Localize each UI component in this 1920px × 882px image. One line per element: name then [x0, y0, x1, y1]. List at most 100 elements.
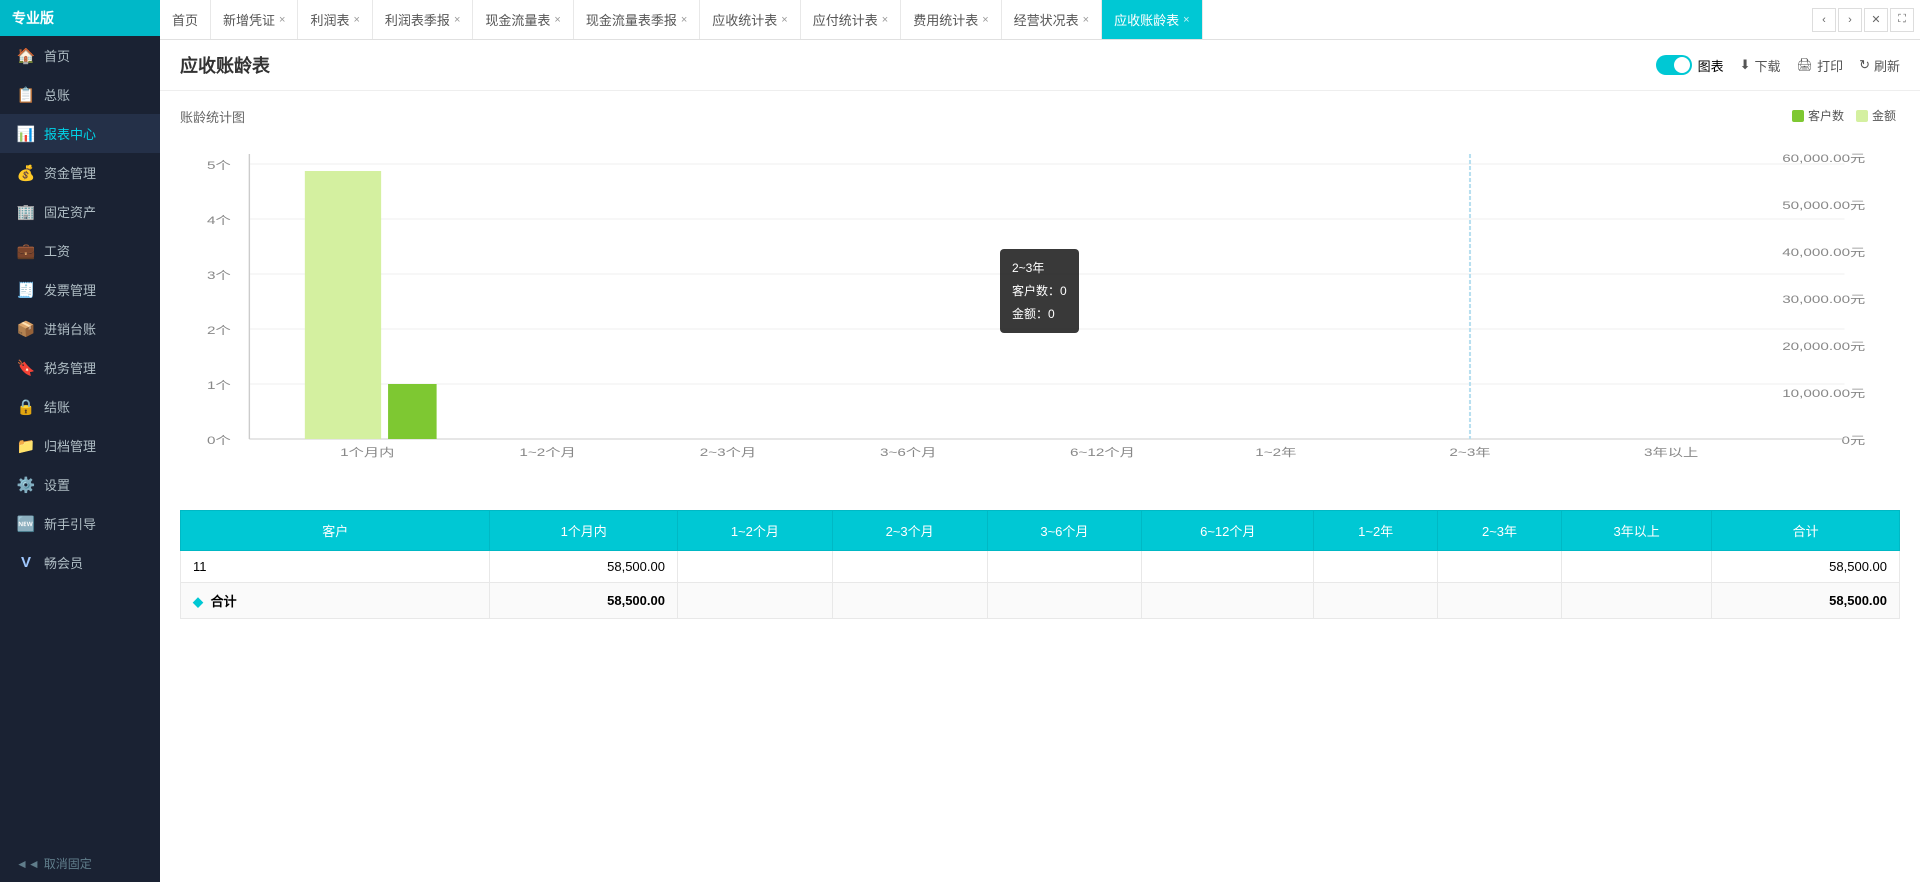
stock-icon: 📦 — [16, 320, 36, 338]
col-header-2-3y: 2~3年 — [1438, 511, 1562, 551]
tab-receivable-stat[interactable]: 应收统计表 × — [700, 0, 800, 40]
total-6-12m — [1142, 583, 1314, 619]
total-1-2y — [1314, 583, 1438, 619]
page-content: 应收账龄表 图表 ⬇ 下载 🖨 打印 ↻ 刷新 — [160, 40, 1920, 882]
svg-text:30,000.00元: 30,000.00元 — [1782, 293, 1865, 305]
tab-close-receivable-stat[interactable]: × — [781, 14, 787, 26]
tab-business-stat[interactable]: 经营状况表 × — [1002, 0, 1102, 40]
tab-close-expense-stat[interactable]: × — [982, 14, 988, 26]
tab-aging[interactable]: 应收账龄表 × — [1102, 0, 1202, 40]
sidebar-item-assets[interactable]: 🏢 固定资产 — [0, 192, 160, 231]
amount-legend-dot — [1856, 110, 1868, 122]
tab-cashflow[interactable]: 现金流量表 × — [473, 0, 573, 40]
page-title: 应收账龄表 — [180, 52, 1656, 78]
sidebar-item-invoice[interactable]: 🧾 发票管理 — [0, 270, 160, 309]
tab-close-payable-stat[interactable]: × — [882, 14, 888, 26]
tab-close-aging[interactable]: × — [1183, 14, 1189, 26]
tab-next-button[interactable]: › — [1838, 8, 1862, 32]
tab-close-profit-quarter[interactable]: × — [454, 14, 460, 26]
ledger-icon: 📋 — [16, 86, 36, 104]
svg-text:2~3个月: 2~3个月 — [700, 446, 756, 458]
svg-text:20,000.00元: 20,000.00元 — [1782, 340, 1865, 352]
chart-area: 账龄统计图 客户数 金额 0个 1个 2个 3个 4个 — [160, 91, 1920, 510]
print-button[interactable]: 🖨 打印 — [1797, 56, 1844, 75]
sidebar-item-vip[interactable]: V 畅会员 — [0, 543, 160, 582]
payroll-icon: 💼 — [16, 242, 36, 260]
tab-profit-quarter[interactable]: 利润表季报 × — [373, 0, 473, 40]
refresh-button[interactable]: ↻ 刷新 — [1859, 56, 1900, 75]
svg-text:3~6个月: 3~6个月 — [880, 446, 936, 458]
sidebar-item-reports[interactable]: 📊 报表中心 — [0, 114, 160, 153]
col-header-1m: 1个月内 — [490, 511, 678, 551]
sidebar: 专业版 🏠 首页 📋 总账 📊 报表中心 💰 资金管理 🏢 固定资产 💼 工资 … — [0, 0, 160, 882]
svg-text:2~3年: 2~3年 — [1449, 446, 1490, 458]
tab-expense-stat[interactable]: 费用统计表 × — [901, 0, 1001, 40]
bar-customers-1m — [388, 384, 437, 439]
tab-cashflow-quarter[interactable]: 现金流量表季报 × — [574, 0, 700, 40]
header-actions: 图表 ⬇ 下载 🖨 打印 ↻ 刷新 — [1656, 55, 1900, 75]
sidebar-item-ledger[interactable]: 📋 总账 — [0, 75, 160, 114]
guide-icon: 🆕 — [16, 515, 36, 533]
svg-text:3年以上: 3年以上 — [1644, 446, 1698, 458]
tab-close-voucher[interactable]: × — [279, 14, 285, 26]
chart-legend: 客户数 金额 — [1792, 107, 1896, 124]
svg-text:6~12个月: 6~12个月 — [1070, 446, 1135, 458]
download-icon: ⬇ — [1740, 57, 1751, 73]
total-1-2m — [677, 583, 832, 619]
bar-chart-svg: 0个 1个 2个 3个 4个 5个 0元 10,000.00元 20,000.0… — [180, 134, 1900, 474]
sidebar-item-close[interactable]: 🔒 结账 — [0, 387, 160, 426]
sidebar-unpin-button[interactable]: ◄◄ 取消固定 — [0, 845, 160, 882]
sidebar-item-settings[interactable]: ⚙️ 设置 — [0, 465, 160, 504]
fund-icon: 💰 — [16, 164, 36, 182]
total-icon: ◆ — [193, 594, 203, 609]
cell-3y-plus — [1561, 551, 1711, 583]
archive-icon: 📁 — [16, 437, 36, 455]
sidebar-item-payroll[interactable]: 💼 工资 — [0, 231, 160, 270]
sidebar-item-stock[interactable]: 📦 进销台账 — [0, 309, 160, 348]
svg-text:0个: 0个 — [207, 434, 231, 446]
svg-text:1个月内: 1个月内 — [340, 446, 394, 458]
tab-payable-stat[interactable]: 应付统计表 × — [801, 0, 901, 40]
tab-nav-buttons: ‹ › ✕ ⛶ — [1806, 8, 1920, 32]
sidebar-item-home[interactable]: 🏠 首页 — [0, 36, 160, 75]
cell-1-2y — [1314, 551, 1438, 583]
sidebar-item-fund[interactable]: 💰 资金管理 — [0, 153, 160, 192]
sidebar-logo: 专业版 — [0, 0, 160, 36]
tab-maximize-button[interactable]: ⛶ — [1890, 8, 1914, 32]
svg-text:50,000.00元: 50,000.00元 — [1782, 199, 1865, 211]
svg-text:1~2个月: 1~2个月 — [519, 446, 575, 458]
col-header-3-6m: 3~6个月 — [987, 511, 1142, 551]
col-header-1-2y: 1~2年 — [1314, 511, 1438, 551]
chart-wrapper: 0个 1个 2个 3个 4个 5个 0元 10,000.00元 20,000.0… — [180, 134, 1900, 494]
sidebar-item-archive[interactable]: 📁 归档管理 — [0, 426, 160, 465]
sidebar-item-tax[interactable]: 🔖 税务管理 — [0, 348, 160, 387]
svg-text:3个: 3个 — [207, 269, 231, 281]
home-icon: 🏠 — [16, 47, 36, 65]
download-button[interactable]: ⬇ 下载 — [1740, 56, 1781, 75]
vip-icon: V — [16, 554, 36, 571]
table-area: 客户 1个月内 1~2个月 2~3个月 3~6个月 6~12个月 1~2年 2~… — [160, 510, 1920, 639]
toggle-switch-control[interactable] — [1656, 55, 1692, 75]
tab-prev-button[interactable]: ‹ — [1812, 8, 1836, 32]
sidebar-item-guide[interactable]: 🆕 新手引导 — [0, 504, 160, 543]
tab-close-cashflow-quarter[interactable]: × — [681, 14, 687, 26]
tab-home[interactable]: 首页 — [160, 0, 211, 40]
total-all: 58,500.00 — [1712, 583, 1900, 619]
tab-close-all-button[interactable]: ✕ — [1864, 8, 1888, 32]
tab-profit[interactable]: 利润表 × — [298, 0, 372, 40]
col-header-3y-plus: 3年以上 — [1561, 511, 1711, 551]
page-header: 应收账龄表 图表 ⬇ 下载 🖨 打印 ↻ 刷新 — [160, 40, 1920, 91]
svg-text:4个: 4个 — [207, 214, 231, 226]
chart-toggle[interactable]: 图表 — [1656, 55, 1724, 75]
tab-close-cashflow[interactable]: × — [554, 14, 560, 26]
tab-close-profit[interactable]: × — [353, 14, 359, 26]
table-row: 11 58,500.00 58,500.00 — [181, 551, 1900, 583]
main-content: 首页 新增凭证 × 利润表 × 利润表季报 × 现金流量表 × 现金流量表季报 … — [160, 0, 1920, 882]
svg-text:5个: 5个 — [207, 159, 231, 171]
tab-close-business-stat[interactable]: × — [1083, 14, 1089, 26]
tab-voucher[interactable]: 新增凭证 × — [211, 0, 298, 40]
close-account-icon: 🔒 — [16, 398, 36, 416]
tax-icon: 🔖 — [16, 359, 36, 377]
total-2-3y — [1438, 583, 1562, 619]
svg-text:40,000.00元: 40,000.00元 — [1782, 246, 1865, 258]
